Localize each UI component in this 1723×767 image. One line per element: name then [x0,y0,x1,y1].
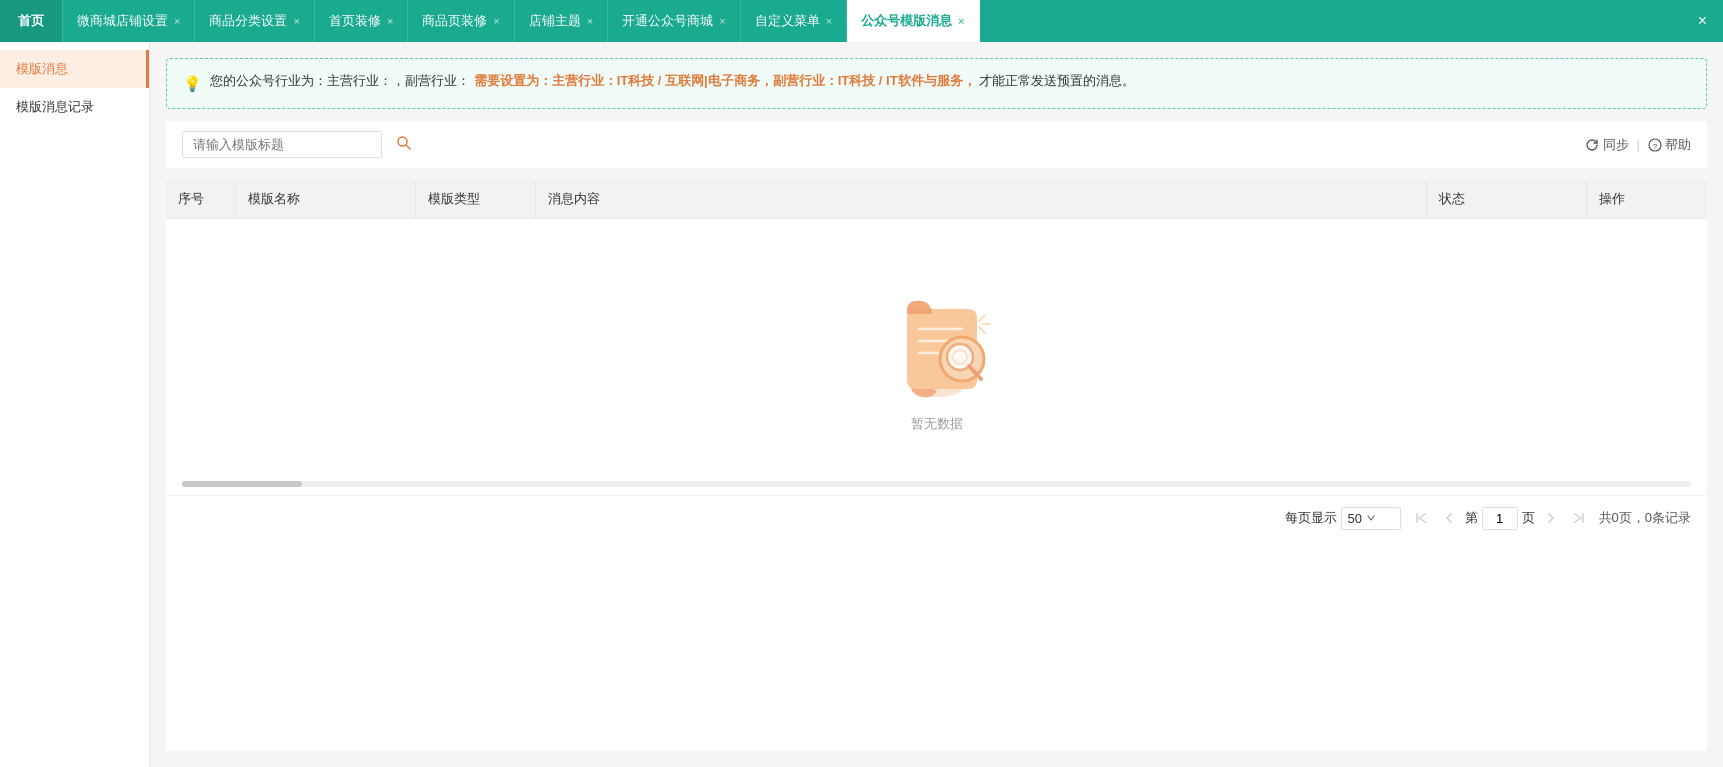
main-content: 💡 您的公众号行业为：主营行业：，副营行业： 需要设置为：主营行业：IT科技 /… [150,42,1723,767]
nav-tab-product-decor[interactable]: 商品页装修 × [408,0,514,42]
notice-suffix: 才能正常发送预置的消息。 [979,73,1135,88]
sidebar-item-template-msg-record[interactable]: 模版消息记录 [0,88,149,126]
search-icon [396,135,412,151]
custom-menu-label: 自定义菜单 [755,12,820,30]
total-info: 共0页，0条记录 [1599,509,1691,527]
close-product-decor[interactable]: × [493,15,499,27]
sync-label: 同步 [1603,136,1629,154]
th-type: 模版类型 [416,180,536,218]
search-area: 同步 | ? 帮助 [166,121,1707,168]
page-label-suffix: 页 [1522,509,1535,527]
notice-box: 💡 您的公众号行业为：主营行业：，副营行业： 需要设置为：主营行业：IT科技 /… [166,58,1707,109]
close-template-msg[interactable]: × [958,15,964,27]
close-category-settings[interactable]: × [293,15,299,27]
svg-line-13 [979,315,985,321]
shop-theme-label: 店铺主题 [529,12,581,30]
page-input-wrap: 第 页 [1465,507,1535,530]
sidebar: 模版消息 模版消息记录 [0,42,150,767]
help-label: 帮助 [1665,136,1691,154]
close-all-button[interactable]: × [1682,0,1723,42]
svg-line-15 [979,327,985,333]
sidebar-template-msg-record-label: 模版消息记录 [16,99,94,114]
help-icon: ? [1648,138,1662,152]
th-content: 消息内容 [536,180,1427,218]
main-layout: 模版消息 模版消息记录 💡 您的公众号行业为：主营行业：，副营行业： 需要设置为… [0,42,1723,767]
pagination: 每页显示 50 [166,495,1707,540]
close-shop-theme[interactable]: × [587,15,593,27]
chevron-down-icon [1366,513,1376,523]
next-page-button[interactable] [1539,506,1563,530]
notice-prefix: 您的公众号行业为：主营行业：，副营行业： [210,73,470,88]
nav-tab-home[interactable]: 首页 [0,0,63,42]
sidebar-item-template-msg[interactable]: 模版消息 [0,50,149,88]
nav-tab-template-msg[interactable]: 公众号模版消息 × [847,0,979,42]
search-input[interactable] [182,131,382,158]
sidebar-template-msg-label: 模版消息 [16,61,68,76]
empty-state: 暂无数据 [166,219,1707,473]
nav-tab-shop-settings[interactable]: 微商城店铺设置 × [63,0,195,42]
page-size-value: 50 [1348,511,1362,526]
page-number-input[interactable] [1482,507,1518,530]
notice-icon: 💡 [183,72,202,96]
search-left [182,131,418,158]
category-settings-label: 商品分类设置 [209,12,287,30]
svg-text:?: ? [1653,141,1658,150]
template-msg-label: 公众号模版消息 [861,12,952,30]
first-page-icon [1415,512,1427,524]
page-size-label: 每页显示 [1285,509,1337,527]
scrollbar-thumb[interactable] [182,481,302,487]
empty-icon [877,279,1007,409]
page-navigation: 第 页 [1409,506,1591,530]
nav-tab-open-mall[interactable]: 开通公众号商城 × [608,0,740,42]
open-mall-label: 开通公众号商城 [622,12,713,30]
home-tab-label: 首页 [18,12,44,30]
nav-tab-shop-theme[interactable]: 店铺主题 × [515,0,608,42]
empty-illustration [877,279,997,399]
th-action: 操作 [1587,180,1707,218]
page-label-prefix: 第 [1465,509,1478,527]
scrollbar-area [166,473,1707,495]
prev-page-button[interactable] [1437,506,1461,530]
last-page-button[interactable] [1567,506,1591,530]
notice-highlight: 需要设置为：主营行业：IT科技 / 互联网|电子商务，副营行业：IT科技 / I… [474,73,976,88]
table-header: 序号 模版名称 模版类型 消息内容 状态 操作 [166,180,1707,219]
nav-tab-custom-menu[interactable]: 自定义菜单 × [741,0,847,42]
help-button[interactable]: ? 帮助 [1648,136,1691,154]
next-page-icon [1545,512,1557,524]
close-custom-menu[interactable]: × [826,15,832,27]
search-button[interactable] [390,131,418,158]
notice-text: 您的公众号行业为：主营行业：，副营行业： 需要设置为：主营行业：IT科技 / 互… [210,71,1135,92]
product-decor-label: 商品页装修 [422,12,487,30]
th-status: 状态 [1427,180,1587,218]
page-size-select: 每页显示 50 [1285,507,1401,530]
data-table: 序号 模版名称 模版类型 消息内容 状态 操作 [166,180,1707,751]
home-decor-label: 首页装修 [329,12,381,30]
prev-page-icon [1443,512,1455,524]
search-right: 同步 | ? 帮助 [1585,136,1691,154]
last-page-icon [1573,512,1585,524]
refresh-icon [1585,138,1599,152]
close-home-decor[interactable]: × [387,15,393,27]
scrollbar-track[interactable] [182,481,1691,487]
th-index: 序号 [166,180,236,218]
close-shop-settings[interactable]: × [174,15,180,27]
top-nav: 首页 微商城店铺设置 × 商品分类设置 × 首页装修 × 商品页装修 × 店铺主… [0,0,1723,42]
empty-text: 暂无数据 [911,415,963,433]
divider: | [1637,137,1640,152]
close-open-mall[interactable]: × [719,15,725,27]
shop-settings-label: 微商城店铺设置 [77,12,168,30]
nav-tab-category-settings[interactable]: 商品分类设置 × [195,0,314,42]
page-size-dropdown[interactable]: 50 [1341,507,1401,530]
sync-button[interactable]: 同步 [1585,136,1629,154]
th-name: 模版名称 [236,180,416,218]
svg-line-1 [406,145,410,149]
first-page-button[interactable] [1409,506,1433,530]
nav-tab-home-decor[interactable]: 首页装修 × [315,0,408,42]
